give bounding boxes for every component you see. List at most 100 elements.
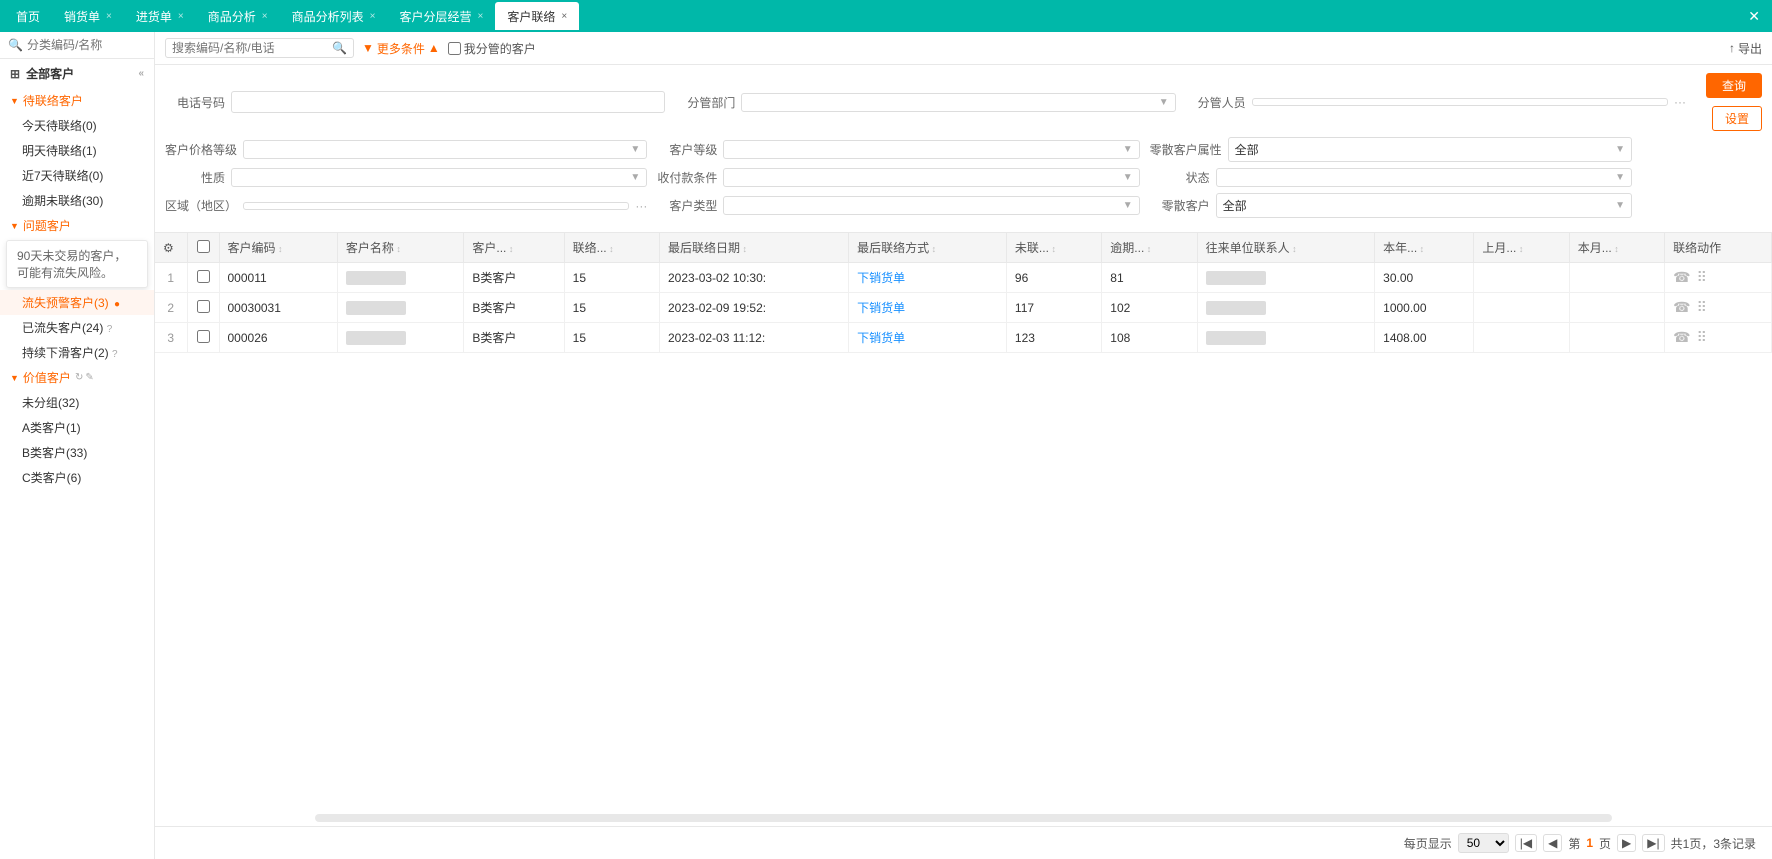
sidebar-item-ungrouped[interactable]: 未分组(32) <box>0 390 154 415</box>
row-last-method-0[interactable]: 下销货单 <box>849 263 1007 293</box>
sidebar-group-problem-header[interactable]: ▼ 问题客户 <box>0 213 154 238</box>
close-customer-tier-tab[interactable]: × <box>477 11 483 22</box>
row-num-2: 3 <box>155 323 187 353</box>
customer-table: ⚙ 客户编码 客户名称 客户... 联络... 最后联络日期 最后联络方式 未联… <box>155 233 1772 353</box>
sidebar-group-value-header[interactable]: ▼ 价值客户 ↻ ✎ <box>0 365 154 390</box>
th-this-month[interactable]: 本月... <box>1569 233 1664 263</box>
row-num-1: 2 <box>155 293 187 323</box>
sidebar-item-c-class[interactable]: C类客户(6) <box>0 465 154 490</box>
close-customer-contact-tab[interactable]: × <box>561 11 567 22</box>
filter-select-status[interactable]: ▼ <box>1216 168 1632 187</box>
th-gear[interactable]: ⚙ <box>155 233 187 263</box>
row-contact-person-1: ██ <box>1197 293 1375 323</box>
row-action-contact-2[interactable]: ☎ <box>1673 329 1690 346</box>
th-name[interactable]: 客户名称 <box>337 233 464 263</box>
first-page-btn[interactable]: |◀ <box>1515 834 1537 852</box>
filter-input-phone[interactable] <box>231 91 665 113</box>
last-page-btn[interactable]: ▶| <box>1642 834 1664 852</box>
filter-select-region[interactable] <box>243 202 629 210</box>
row-action-more-1[interactable]: ⠿ <box>1697 299 1707 316</box>
tab-home[interactable]: 首页 <box>4 2 52 30</box>
tab-product-analysis[interactable]: 商品分析 × <box>196 2 280 30</box>
sidebar-item-today[interactable]: 今天待联络(0) <box>0 113 154 138</box>
row-last-method-2[interactable]: 下销货单 <box>849 323 1007 353</box>
th-contact-person[interactable]: 往来单位联系人 <box>1197 233 1375 263</box>
filter-select-zero-customer[interactable]: 全部▼ <box>1216 193 1632 218</box>
close-sales-tab[interactable]: × <box>106 11 112 22</box>
filter-select-dept[interactable]: ▼ <box>741 93 1175 112</box>
settings-button[interactable]: 设置 <box>1712 106 1762 131</box>
sidebar-item-overdue[interactable]: 逾期未联络(30) <box>0 188 154 213</box>
row-contact-person-0: ██ <box>1197 263 1375 293</box>
close-purchase-tab[interactable]: × <box>178 11 184 22</box>
th-last-contact-method[interactable]: 最后联络方式 <box>849 233 1007 263</box>
sidebar-item-declining[interactable]: 持续下滑客户(2) ? <box>0 340 154 365</box>
row-action-more-2[interactable]: ⠿ <box>1697 329 1707 346</box>
select-all-checkbox[interactable] <box>197 240 210 253</box>
th-contact-num[interactable]: 联络... <box>564 233 659 263</box>
triangle-icon-2: ▼ <box>10 221 19 231</box>
sidebar-search-input[interactable] <box>27 38 155 52</box>
th-last-month[interactable]: 上月... <box>1474 233 1569 263</box>
row-action-more-0[interactable]: ⠿ <box>1697 269 1707 286</box>
th-uncontact[interactable]: 未联... <box>1006 233 1101 263</box>
filter-select-cust-level[interactable]: ▼ <box>723 140 1139 159</box>
gear-icon[interactable]: ⚙ <box>163 241 174 255</box>
filter-select-gender[interactable]: ▼ <box>231 168 647 187</box>
filter-more-btn[interactable]: ▼ 更多条件 ▲ <box>362 40 440 57</box>
region-dots-icon[interactable]: ··· <box>635 199 647 213</box>
filter-search-icon[interactable]: 🔍 <box>332 41 347 55</box>
sidebar-all-customers[interactable]: ⊞ 全部客户 « <box>0 59 154 88</box>
row-checkbox-2[interactable] <box>187 323 219 353</box>
tab-product-list[interactable]: 商品分析列表 × <box>280 2 388 30</box>
th-checkbox[interactable] <box>187 233 219 263</box>
sidebar-item-b-class[interactable]: B类客户(33) <box>0 440 154 465</box>
filter-select-person[interactable] <box>1252 98 1668 106</box>
prev-page-btn[interactable]: ◀ <box>1543 834 1562 852</box>
sidebar-item-7days[interactable]: 近7天待联络(0) <box>0 163 154 188</box>
filter-select-cust-type[interactable]: ▼ <box>723 196 1139 215</box>
filter-field-zero-customer: 零散客户 全部▼ <box>1150 193 1632 218</box>
data-table-area: ⚙ 客户编码 客户名称 客户... 联络... 最后联络日期 最后联络方式 未联… <box>155 233 1772 810</box>
filter-mine-checkbox[interactable]: 我分管的客户 <box>448 40 536 57</box>
refresh-icon[interactable]: ↻ <box>75 372 83 383</box>
row-this-year-0: 30.00 <box>1375 263 1474 293</box>
sidebar-collapse-icon[interactable]: « <box>138 68 144 79</box>
filter-search-input[interactable] <box>172 41 332 55</box>
horizontal-scrollbar[interactable] <box>155 810 1772 826</box>
filter-select-zero-attr[interactable]: 全部▼ <box>1228 137 1632 162</box>
sidebar-item-tomorrow[interactable]: 明天待联络(1) <box>0 138 154 163</box>
scrollbar-thumb[interactable] <box>315 814 1612 822</box>
sidebar-item-churned[interactable]: 已流失客户(24) ? <box>0 315 154 340</box>
tab-customer-contact[interactable]: 客户联络 × <box>495 2 579 30</box>
sidebar-group-pending-header[interactable]: ▼ 待联络客户 <box>0 88 154 113</box>
close-product-list-tab[interactable]: × <box>370 11 376 22</box>
next-page-btn[interactable]: ▶ <box>1617 834 1636 852</box>
sidebar-search-icon: 🔍 <box>8 38 23 52</box>
window-close-icon[interactable]: ✕ <box>1740 8 1768 25</box>
th-code[interactable]: 客户编码 <box>219 233 337 263</box>
sidebar-item-a-class[interactable]: A类客户(1) <box>0 415 154 440</box>
query-button[interactable]: 查询 <box>1706 73 1762 98</box>
tab-purchase[interactable]: 进货单 × <box>124 2 196 30</box>
th-last-contact-date[interactable]: 最后联络日期 <box>660 233 849 263</box>
th-customer-type[interactable]: 客户... <box>464 233 564 263</box>
row-checkbox-1[interactable] <box>187 293 219 323</box>
th-this-year[interactable]: 本年... <box>1375 233 1474 263</box>
row-action-contact-1[interactable]: ☎ <box>1673 299 1690 316</box>
export-button[interactable]: ↑ 导出 <box>1729 40 1762 57</box>
filter-select-payment[interactable]: ▼ <box>723 168 1139 187</box>
filter-select-price-level[interactable]: ▼ <box>243 140 647 159</box>
tab-customer-tier[interactable]: 客户分层经营 × <box>387 2 495 30</box>
row-action-contact-0[interactable]: ☎ <box>1673 269 1690 286</box>
mine-checkbox-input[interactable] <box>448 42 461 55</box>
per-page-select[interactable]: 50 100 200 <box>1458 833 1509 853</box>
edit-icon[interactable]: ✎ <box>85 372 93 383</box>
sidebar-item-churn-warning[interactable]: 流失预警客户(3) ● <box>0 290 154 315</box>
th-overdue[interactable]: 逾期... <box>1102 233 1197 263</box>
close-product-analysis-tab[interactable]: × <box>262 11 268 22</box>
person-dots-icon[interactable]: ··· <box>1674 95 1686 109</box>
tab-sales[interactable]: 销货单 × <box>52 2 124 30</box>
row-checkbox-0[interactable] <box>187 263 219 293</box>
row-last-method-1[interactable]: 下销货单 <box>849 293 1007 323</box>
